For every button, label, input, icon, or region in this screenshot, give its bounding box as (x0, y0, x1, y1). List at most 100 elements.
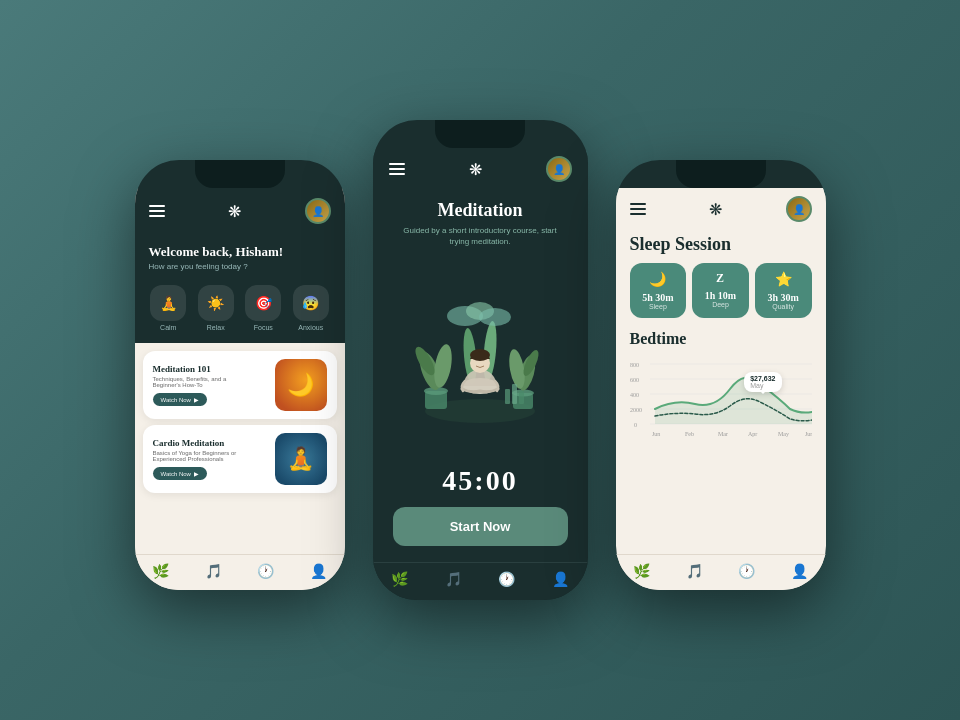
card2-image: 🧘 (275, 433, 327, 485)
deep-value: 1h 10m (698, 290, 743, 301)
nav-music-icon-3[interactable]: 🎵 (686, 563, 703, 580)
nav-history-icon-3[interactable]: 🕐 (738, 563, 755, 580)
meditation-subtitle: Guided by a short introductory course, s… (393, 225, 568, 247)
play-icon-1: ▶ (194, 396, 199, 403)
svg-text:400: 400 (630, 392, 639, 398)
svg-text:Jun: Jun (652, 431, 660, 437)
nav-history-icon-2[interactable]: 🕐 (498, 571, 515, 588)
stat-sleep: 🌙 5h 30m Sleep (630, 263, 687, 318)
focus-icon: 🎯 (245, 285, 281, 321)
welcome-section: Welcome back, Hisham! How are you feelin… (135, 234, 345, 277)
anxious-label: Anxious (298, 324, 323, 331)
stat-quality: ⭐ 3h 30m Quality (755, 263, 812, 318)
chart-container: 800 600 400 2000 0 Jun F (630, 354, 812, 444)
relax-icon: ☀️ (198, 285, 234, 321)
cards-section: Meditation 101 Techniques, Benefits, and… (135, 343, 345, 554)
card2-title: Cardio Meditation (153, 438, 253, 448)
svg-point-15 (479, 308, 511, 326)
start-now-button[interactable]: Start Now (393, 507, 568, 546)
watch-now-button-1[interactable]: Watch Now ▶ (153, 393, 207, 406)
nav-home-icon-3[interactable]: 🌿 (633, 563, 650, 580)
phone-home: ❋ 👤 Welcome back, Hisham! How are you fe… (135, 160, 345, 590)
sleep-value: 5h 30m (636, 292, 681, 303)
mood-focus[interactable]: 🎯 Focus (245, 285, 281, 331)
play-icon-2: ▶ (194, 470, 199, 477)
calm-label: Calm (160, 324, 176, 331)
relax-label: Relax (207, 324, 225, 331)
svg-rect-19 (505, 389, 510, 404)
card1-desc: Techniques, Benefits, and a Beginner's H… (153, 376, 253, 388)
menu-icon-3[interactable] (630, 203, 646, 215)
nav-profile-icon[interactable]: 👤 (310, 563, 327, 580)
lotus-icon-2: ❋ (469, 160, 482, 179)
nav-home-icon-2[interactable]: 🌿 (391, 571, 408, 588)
stat-deep: Z 1h 10m Deep (692, 263, 749, 318)
avatar[interactable]: 👤 (305, 198, 331, 224)
svg-text:Feb: Feb (685, 431, 694, 437)
svg-text:Apr: Apr (748, 431, 757, 437)
focus-label: Focus (254, 324, 273, 331)
anxious-icon: 😰 (293, 285, 329, 321)
moods-section: 🧘 Calm ☀️ Relax 🎯 Focus 😰 Anxious (135, 277, 345, 343)
deep-z-icon: Z (698, 271, 743, 286)
sleep-moon-icon: 🌙 (636, 271, 681, 288)
deep-label: Deep (698, 301, 743, 308)
meditation-title-section: Meditation Guided by a short introductor… (373, 190, 588, 253)
lotus-icon: ❋ (228, 202, 241, 221)
svg-text:Mar: Mar (718, 431, 728, 437)
chart-tooltip: $27,632 May (744, 372, 781, 392)
nav-home-icon[interactable]: 🌿 (152, 563, 169, 580)
menu-icon[interactable] (149, 205, 165, 217)
phone2-screen: ❋ 👤 Meditation Guided by a short introdu… (373, 148, 588, 600)
svg-text:800: 800 (630, 362, 639, 368)
phone1-header: ❋ 👤 (135, 188, 345, 234)
bedtime-chart: 800 600 400 2000 0 Jun F (630, 354, 812, 550)
nav-profile-icon-2[interactable]: 👤 (552, 571, 569, 588)
svg-text:0: 0 (634, 422, 637, 428)
mood-relax[interactable]: ☀️ Relax (198, 285, 234, 331)
card1-image: 🌙 (275, 359, 327, 411)
welcome-subtitle: How are you feeling today ? (149, 262, 331, 271)
avatar-3[interactable]: 👤 (786, 196, 812, 222)
svg-rect-20 (512, 384, 517, 404)
phone-sleep: ❋ 👤 Sleep Session 🌙 5h 30m Sleep Z 1h 10… (616, 160, 826, 590)
svg-text:Jun: Jun (805, 431, 812, 437)
phone-meditation: ❋ 👤 Meditation Guided by a short introdu… (373, 120, 588, 600)
sleep-stats: 🌙 5h 30m Sleep Z 1h 10m Deep ⭐ 3h 30m Qu… (616, 263, 826, 326)
meditation-title: Meditation (393, 200, 568, 221)
meditation-101-card: Meditation 101 Techniques, Benefits, and… (143, 351, 337, 419)
nav-history-icon[interactable]: 🕐 (257, 563, 274, 580)
meditation-svg (405, 281, 555, 431)
phone3-screen: ❋ 👤 Sleep Session 🌙 5h 30m Sleep Z 1h 10… (616, 188, 826, 590)
quality-value: 3h 30m (761, 292, 806, 303)
svg-rect-21 (519, 391, 524, 404)
quality-star-icon: ⭐ (761, 271, 806, 288)
card2-desc: Basics of Yoga for Beginners or Experien… (153, 450, 253, 462)
nav-music-icon-2[interactable]: 🎵 (445, 571, 462, 588)
tooltip-label: May (750, 382, 775, 389)
card1-title: Meditation 101 (153, 364, 253, 374)
meditation-timer: 45:00 (373, 459, 588, 507)
lotus-icon-3: ❋ (709, 200, 722, 219)
card1-text: Meditation 101 Techniques, Benefits, and… (153, 364, 253, 406)
sleep-title-section: Sleep Session (616, 230, 826, 263)
svg-text:600: 600 (630, 377, 639, 383)
nav-music-icon[interactable]: 🎵 (205, 563, 222, 580)
bottom-nav-2: 🌿 🎵 🕐 👤 (373, 562, 588, 600)
bedtime-title: Bedtime (616, 326, 826, 354)
sleep-label: Sleep (636, 303, 681, 310)
menu-icon-2[interactable] (389, 163, 405, 175)
watch-label-1: Watch Now (161, 397, 191, 403)
meditation-illustration (373, 253, 588, 459)
mood-calm[interactable]: 🧘 Calm (150, 285, 186, 331)
mood-anxious[interactable]: 😰 Anxious (293, 285, 329, 331)
bottom-nav-1: 🌿 🎵 🕐 👤 (135, 554, 345, 590)
cardio-meditation-card: Cardio Meditation Basics of Yoga for Beg… (143, 425, 337, 493)
avatar-2[interactable]: 👤 (546, 156, 572, 182)
svg-text:May: May (778, 431, 789, 437)
watch-now-button-2[interactable]: Watch Now ▶ (153, 467, 207, 480)
phone3-header: ❋ 👤 (616, 188, 826, 230)
nav-profile-icon-3[interactable]: 👤 (791, 563, 808, 580)
calm-icon: 🧘 (150, 285, 186, 321)
chart-svg: 800 600 400 2000 0 Jun F (630, 354, 812, 439)
